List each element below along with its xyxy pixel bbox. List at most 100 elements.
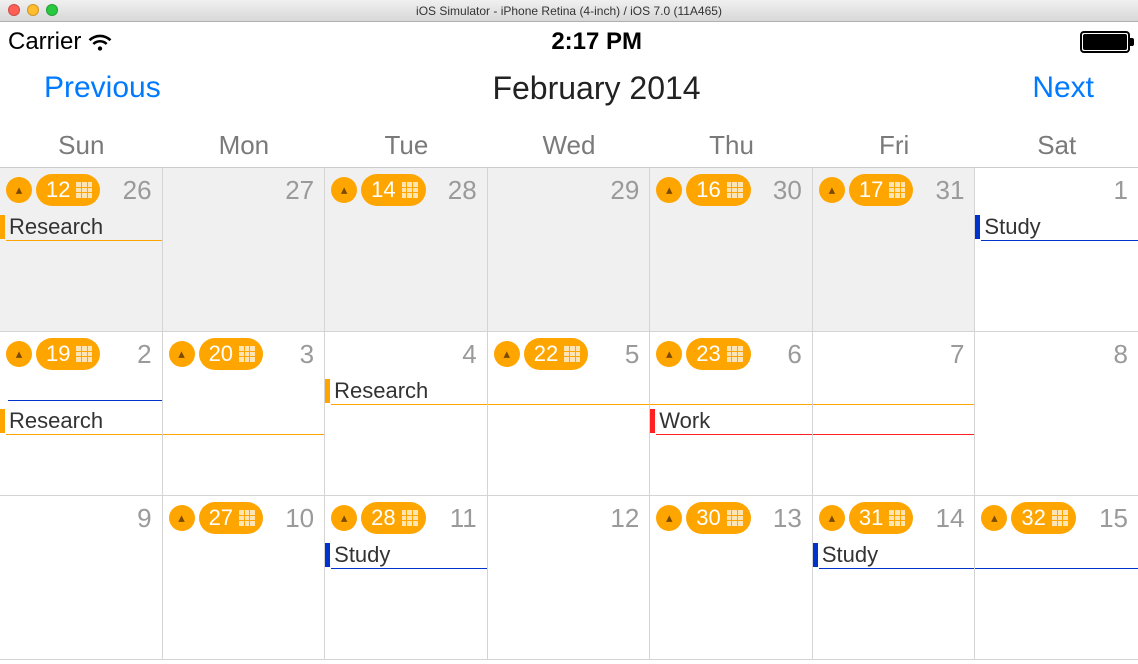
calendar-cell[interactable]: ▴12 26 Research [0,168,163,332]
event-color-bar [0,409,5,433]
calendar-event[interactable]: Study [975,212,1138,242]
weekday-label: Sun [0,130,163,167]
calendar-cell[interactable]: 7 [813,332,976,496]
gregorian-day-number: 11 [450,503,477,534]
calendar-cell[interactable]: 8 [975,332,1138,496]
calendar-cell[interactable]: 9 [0,496,163,660]
calendar-cell[interactable]: ▴203 [163,332,326,496]
islamic-date-badge: 12 [36,174,100,206]
islamic-day-number: 22 [534,341,558,367]
weekday-label: Thu [650,130,813,167]
event-underline [656,434,812,435]
calendar-event[interactable]: Work [650,406,812,436]
close-window-icon[interactable] [8,4,20,16]
gregorian-day-number: 7 [940,339,964,370]
gregorian-day-number: 27 [285,175,314,206]
islamic-icon: ▴ [819,505,845,531]
gregorian-day-number: 13 [773,503,802,534]
calendar-grid: ▴1226Research27▴142829▴1630▴17311Study▴1… [0,167,1138,660]
event-color-bar [650,409,655,433]
calendar-cell[interactable]: ▴ 14 28 [325,168,488,332]
event-label: Work [659,408,710,434]
battery-icon [1080,31,1130,53]
islamic-icon: ▴ [656,177,682,203]
calendar-event[interactable] [163,406,325,436]
calendar-event[interactable]: Study [325,540,487,570]
calendar-cell[interactable]: ▴2811Study [325,496,488,660]
calendar-event[interactable]: Research [325,376,487,406]
window-title: iOS Simulator - iPhone Retina (4-inch) /… [416,4,722,18]
calendar-cell[interactable]: 27 [163,168,326,332]
zoom-window-icon[interactable] [46,4,58,16]
calendar-cell[interactable]: 12 [488,496,651,660]
gregorian-day-number: 1 [1104,175,1128,206]
calendar-cell[interactable]: ▴ 32 15 [975,496,1138,660]
islamic-icon: ▴ [6,177,32,203]
weekday-header: Sun Mon Tue Wed Thu Fri Sat [0,130,1138,167]
event-label: Research [9,408,103,434]
calendar-cell[interactable]: 1 Study [975,168,1138,332]
calendar-cell[interactable]: ▴225 [488,332,651,496]
gregorian-day-number: 26 [123,175,152,206]
islamic-icon: ▴ [6,341,32,367]
islamic-icon: ▴ [656,341,682,367]
next-button[interactable]: Next [1032,71,1094,105]
gregorian-day-number: 30 [773,175,802,206]
calendar-cell[interactable]: ▴1731 [813,168,976,332]
event-underline [331,404,487,405]
minimize-window-icon[interactable] [27,4,39,16]
calendar-event[interactable] [975,540,1138,570]
calendar-cell[interactable]: ▴2710 [163,496,326,660]
event-underline [819,568,975,569]
islamic-icon: ▴ [981,505,1007,531]
gregorian-day-number: 28 [448,175,477,206]
calendar-event[interactable]: Research [0,406,162,436]
calendar-event[interactable] [813,376,975,406]
event-underline [6,240,162,241]
islamic-date-badge: 31 [849,502,913,534]
event-color-bar [325,543,330,567]
event-color-bar [975,215,980,239]
islamic-icon: ▴ [169,505,195,531]
calendar-cell[interactable]: ▴16 30 [650,168,813,332]
gregorian-day-number: 14 [936,503,965,534]
calendar-cell[interactable]: ▴31 14 Study [813,496,976,660]
previous-button[interactable]: Previous [44,71,161,105]
islamic-day-number: 32 [1021,505,1045,531]
islamic-day-number: 17 [859,177,883,203]
gregorian-day-number: 9 [128,503,152,534]
calendar-event[interactable]: Research [0,212,162,242]
month-title: February 2014 [492,70,700,107]
gregorian-day-number: 5 [615,339,639,370]
calendar-event[interactable] [488,376,650,406]
event-underline [488,404,650,405]
gregorian-day-number: 15 [1099,503,1128,534]
islamic-icon: ▴ [331,177,357,203]
event-color-bar [0,215,5,239]
calendar-cell[interactable]: ▴3013 [650,496,813,660]
calendar-event[interactable] [650,376,812,406]
calendar-event[interactable] [813,406,975,436]
islamic-icon: ▴ [819,177,845,203]
islamic-day-number: 14 [371,177,395,203]
islamic-date-badge: 32 [1011,502,1075,534]
calendar-cell[interactable]: 4 Research [325,332,488,496]
event-label: Study [822,542,878,568]
islamic-date-badge: 16 [686,174,750,206]
islamic-day-number: 27 [209,505,233,531]
event-underline [163,434,325,435]
weekday-label: Wed [488,130,651,167]
event-color-bar [813,543,818,567]
islamic-day-number: 30 [696,505,720,531]
calendar-cell[interactable]: ▴192Research [0,332,163,496]
calendar-cell[interactable]: ▴236Work [650,332,813,496]
calendar-cell[interactable]: 29 [488,168,651,332]
calendar-event[interactable]: Study [813,540,975,570]
ios-status-bar: Carrier 2:17 PM [0,22,1138,62]
gregorian-day-number: 4 [453,339,477,370]
status-time: 2:17 PM [551,28,642,56]
event-label: Research [334,378,428,404]
event-underline [813,434,975,435]
nav-bar: Previous February 2014 Next [0,62,1138,114]
gregorian-day-number: 3 [290,339,314,370]
